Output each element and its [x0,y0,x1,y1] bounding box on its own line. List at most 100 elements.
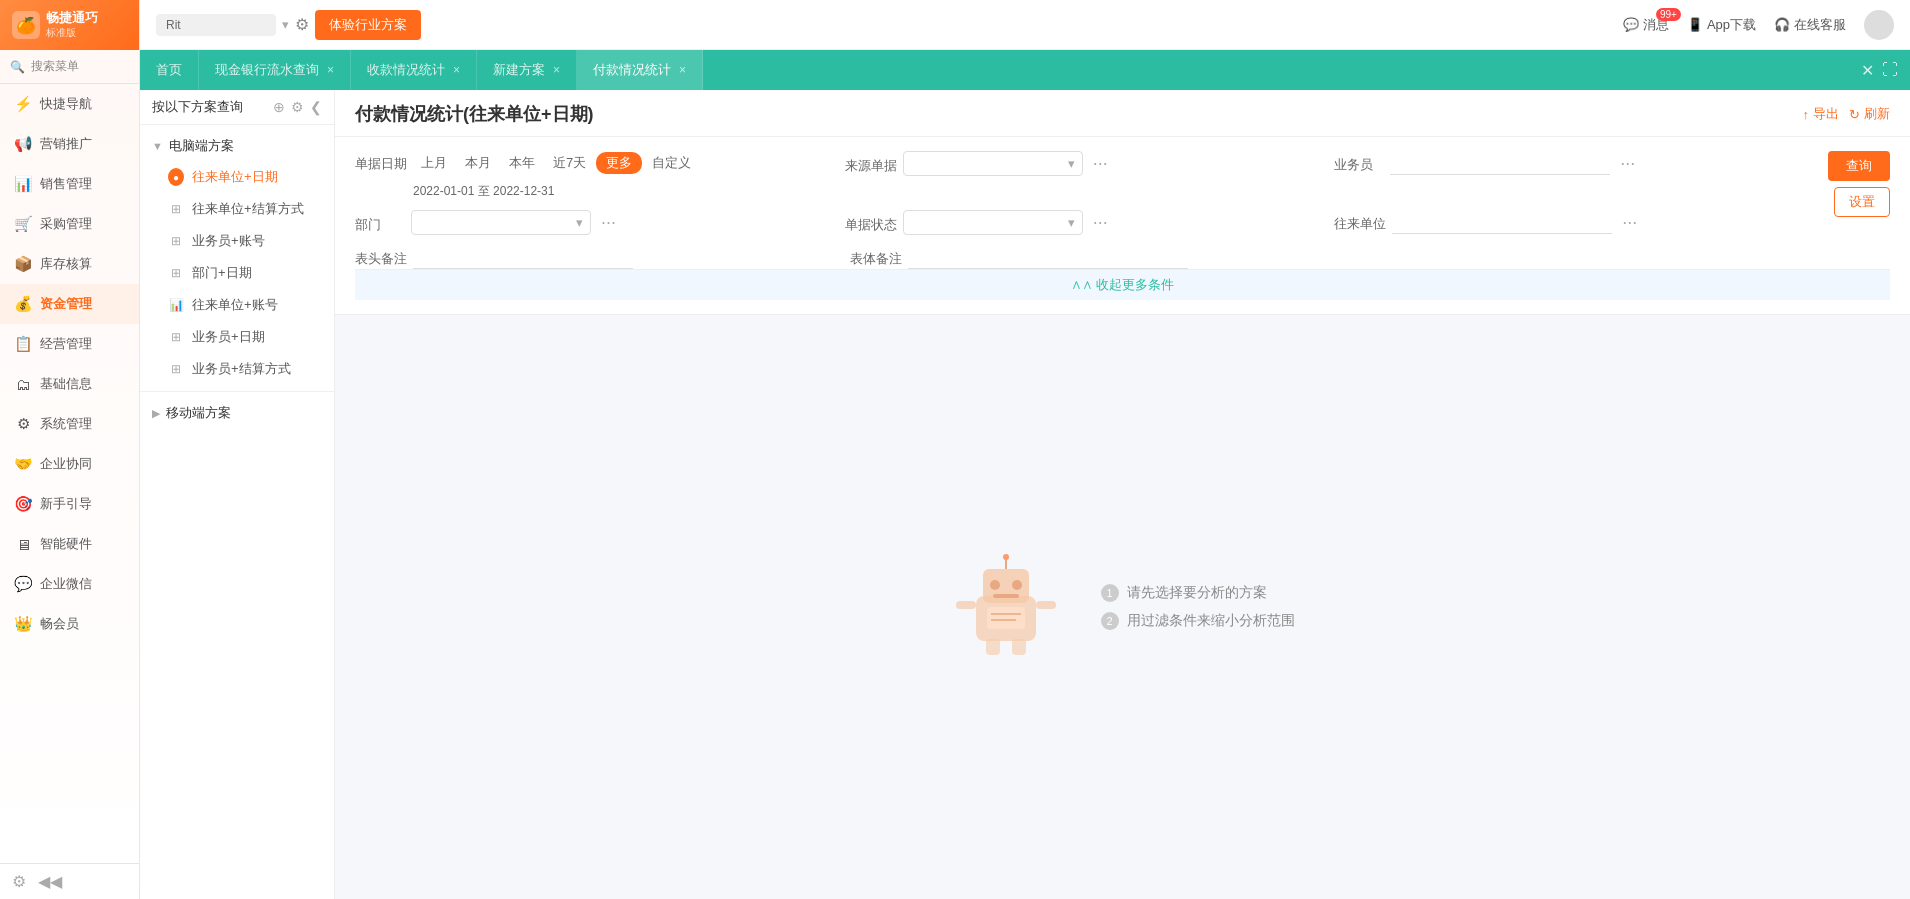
mobile-schema-group[interactable]: ▶ 移动端方案 [140,398,334,428]
mobile-schema-section: ▶ 移动端方案 [140,391,334,434]
schema-item-staff-date[interactable]: ⊞ 业务员+日期 [140,321,334,353]
source-dots[interactable]: ··· [1093,153,1108,174]
tabbar-controls: ✕ ⛶ [1849,50,1910,90]
add-schema-icon[interactable]: ⊕ [273,99,285,115]
sidebar-item-inventory[interactable]: 📦 库存核算 [0,244,139,284]
refresh-icon: ↻ [1849,107,1860,122]
sidebar-item-sales[interactable]: 📊 销售管理 [0,164,139,204]
tab-new-plan[interactable]: 新建方案 × [477,50,577,90]
app-download-button[interactable]: 📱 App下载 [1687,16,1756,34]
schema-item-unit-account[interactable]: 📊 往来单位+账号 [140,289,334,321]
schema-item-staff-settle[interactable]: ⊞ 业务员+结算方式 [140,353,334,385]
online-service-button[interactable]: 🎧 在线客服 [1774,16,1846,34]
dept-dots[interactable]: ··· [601,212,616,233]
refresh-button[interactable]: ↻ 刷新 [1849,105,1890,123]
collapse-sidebar-icon[interactable]: ◀◀ [38,872,62,891]
filter-settings-button[interactable]: 设置 [1834,187,1890,217]
schema-active-icon: ● [168,169,184,185]
sidebar-nav: ⚡ 快捷导航 📢 营销推广 📊 销售管理 🛒 采购管理 📦 库存核算 💰 资金管… [0,84,139,863]
source-select-wrap [903,151,1083,176]
empty-hint-2: 2 用过滤条件来缩小分析范围 [1101,612,1295,630]
sidebar-item-basic[interactable]: 🗂 基础信息 [0,364,139,404]
schema-item-unit-settle[interactable]: ⊞ 往来单位+结算方式 [140,193,334,225]
search-menu[interactable]: 🔍 搜索菜单 [0,50,139,84]
voucher-status-dots[interactable]: ··· [1093,212,1108,233]
tab-income-stats[interactable]: 收款情况统计 × [351,50,477,90]
date-range-text: 2022-01-01 至 2022-12-31 [413,183,829,200]
svg-rect-7 [956,601,976,609]
sidebar-item-marketing[interactable]: 📢 营销推广 [0,124,139,164]
tab-close-payment-stats[interactable]: × [679,63,686,77]
sidebar-item-quick-nav[interactable]: ⚡ 快捷导航 [0,84,139,124]
tab-payment-stats[interactable]: 付款情况统计 × [577,50,703,90]
tab-bank-flow[interactable]: 现金银行流水查询 × [199,50,351,90]
message-button[interactable]: 💬 消息 99+ [1623,16,1669,34]
sidebar-item-system[interactable]: ⚙ 系统管理 [0,404,139,444]
pc-schema-group[interactable]: ▼ 电脑端方案 [140,131,334,161]
tab-close-new-plan[interactable]: × [553,63,560,77]
left-panel-header: 按以下方案查询 ⊕ ⚙ ❮ [140,90,334,125]
schema-grid-icon-1: ⊞ [168,233,184,249]
schema-settings-icon[interactable]: ⚙ [291,99,304,115]
collapse-panel-icon[interactable]: ❮ [310,99,322,115]
hardware-icon: 🖥 [14,535,32,553]
svg-rect-4 [993,594,1019,598]
dept-select-wrap [411,210,591,235]
partner-input[interactable] [1392,210,1612,234]
topbar: Rit ▾ ⚙ 体验行业方案 💬 消息 99+ 📱 App下载 🎧 在线客服 [140,0,1910,50]
date-this-month-btn[interactable]: 本月 [457,151,499,175]
body-note-label: 表体备注 [850,246,902,268]
trial-button[interactable]: 体验行业方案 [315,10,421,40]
date-last-month-btn[interactable]: 上月 [413,151,455,175]
app-icon: 📱 [1687,17,1703,32]
filter-row-2: 部门 ··· 单据状态 [355,210,1808,235]
tab-close-bank-flow[interactable]: × [327,63,334,77]
query-button[interactable]: 查询 [1828,151,1890,181]
date-this-year-btn[interactable]: 本年 [501,151,543,175]
date-more-btn[interactable]: 更多 [596,152,642,174]
collapse-bar[interactable]: ∧∧ 收起更多条件 [355,269,1890,300]
topbar-actions: 💬 消息 99+ 📱 App下载 🎧 在线客服 [1623,10,1894,40]
staff-input[interactable] [1390,151,1610,175]
main-area: Rit ▾ ⚙ 体验行业方案 💬 消息 99+ 📱 App下载 🎧 在线客服 [140,0,1910,899]
staff-label: 业务员 [1334,152,1384,174]
date-7days-btn[interactable]: 近7天 [545,151,594,175]
user-dropdown-icon[interactable]: ▾ [282,17,289,32]
sidebar-item-finance[interactable]: 💰 资金管理 [0,284,139,324]
sidebar-item-purchase[interactable]: 🛒 采购管理 [0,204,139,244]
partner-dots[interactable]: ··· [1622,212,1637,233]
staff-dots[interactable]: ··· [1620,153,1635,174]
date-custom-btn[interactable]: 自定义 [644,151,699,175]
voucher-status-select[interactable] [903,210,1083,235]
sidebar-item-member[interactable]: 👑 畅会员 [0,604,139,644]
empty-illustration [951,551,1061,664]
tab-home[interactable]: 首页 [140,50,199,90]
body-note-input[interactable] [908,245,1188,269]
empty-state: 1 请先选择要分析的方案 2 用过滤条件来缩小分析范围 [335,315,1910,899]
sidebar-item-enterprise[interactable]: 🤝 企业协同 [0,444,139,484]
user-avatar[interactable] [1864,10,1894,40]
schema-item-dept-date[interactable]: ⊞ 部门+日期 [140,257,334,289]
sidebar-item-guide[interactable]: 🎯 新手引导 [0,484,139,524]
sidebar-item-wechat[interactable]: 💬 企业微信 [0,564,139,604]
schema-item-staff-account[interactable]: ⊞ 业务员+账号 [140,225,334,257]
dept-select[interactable] [411,210,591,235]
sidebar-item-operation[interactable]: 📋 经营管理 [0,324,139,364]
schema-item-unit-date[interactable]: ● 往来单位+日期 [140,161,334,193]
close-all-tabs-icon[interactable]: ✕ [1861,61,1874,80]
user-info-box[interactable]: Rit [156,14,276,36]
settings-bottom-icon[interactable]: ⚙ [12,872,26,891]
schema-grid-icon-4: ⊞ [168,361,184,377]
sidebar: 🍊 畅捷通巧 标准版 🔍 搜索菜单 ⚡ 快捷导航 📢 营销推广 📊 销售管理 🛒… [0,0,140,899]
expand-tabs-icon[interactable]: ⛶ [1882,61,1898,79]
right-panel: 付款情况统计(往来单位+日期) ↑ 导出 ↻ 刷新 [335,90,1910,899]
guide-icon: 🎯 [14,495,32,513]
topbar-settings-icon[interactable]: ⚙ [295,15,309,34]
header-note-input[interactable] [413,245,633,269]
tab-close-income-stats[interactable]: × [453,63,460,77]
export-button[interactable]: ↑ 导出 [1803,105,1840,123]
mobile-group-expand-icon: ▶ [152,407,160,420]
left-panel: 按以下方案查询 ⊕ ⚙ ❮ ▼ 电脑端方案 ● 往来单位+日期 ⊞ [140,90,335,899]
source-select[interactable] [903,151,1083,176]
sidebar-item-hardware[interactable]: 🖥 智能硬件 [0,524,139,564]
